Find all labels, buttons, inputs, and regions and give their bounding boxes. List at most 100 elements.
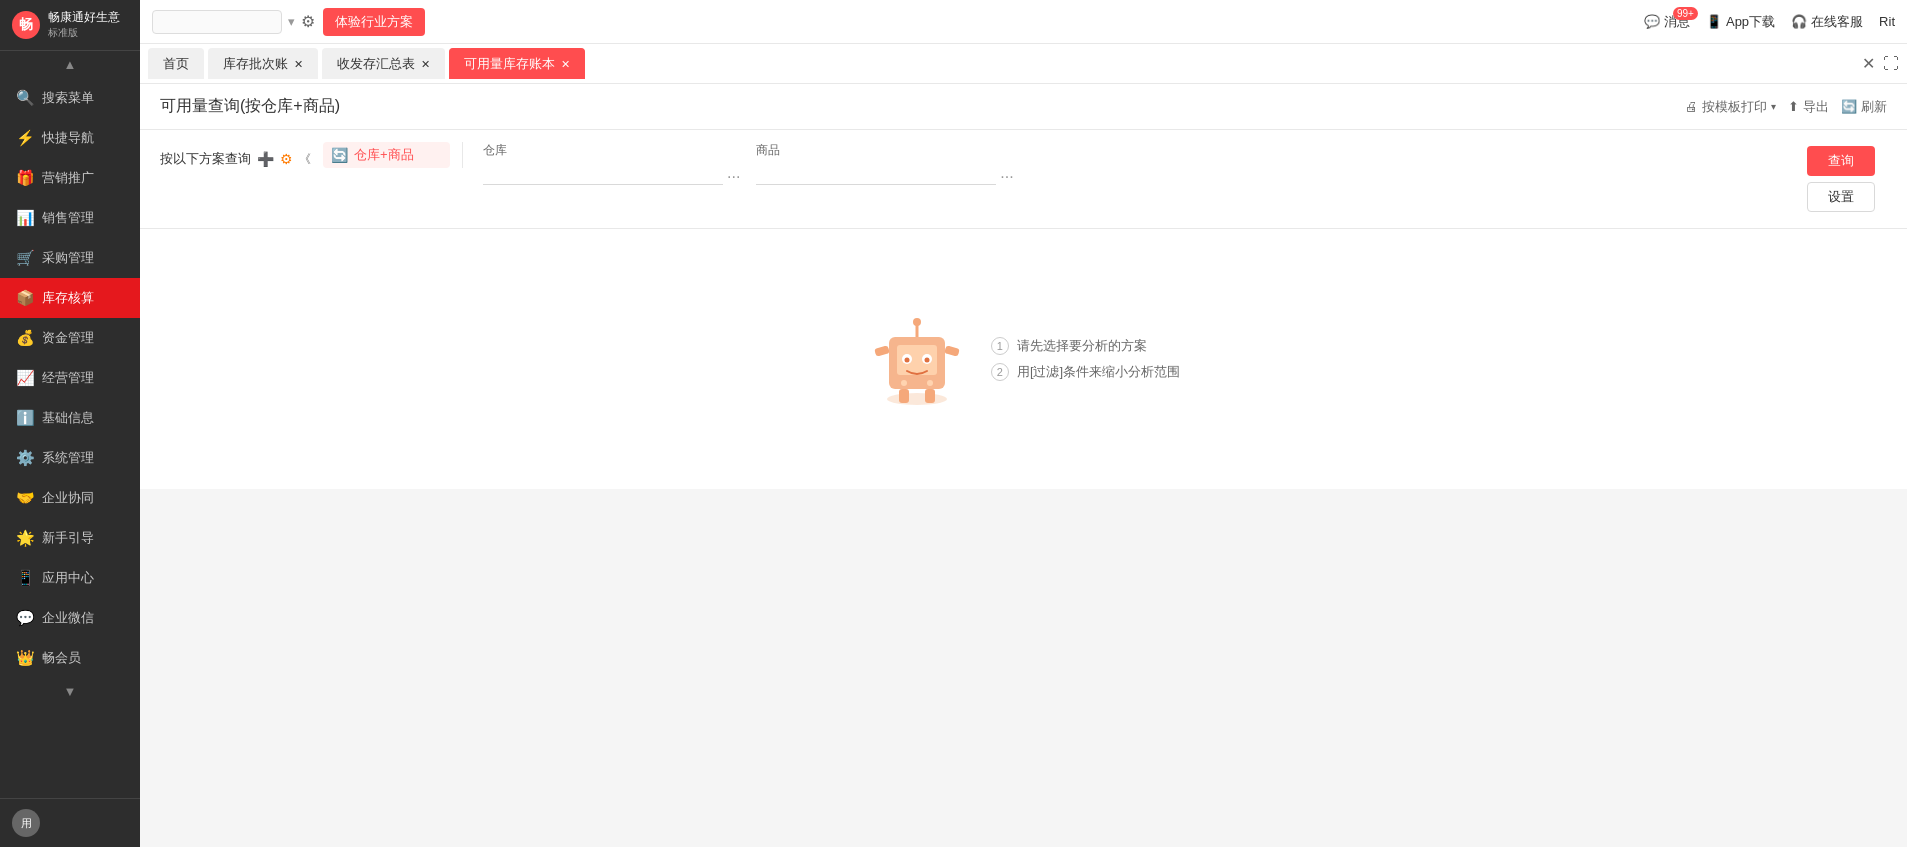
scheme-settings-icon[interactable]: ⚙	[280, 151, 293, 167]
sidebar-item-经营管理[interactable]: 📈 经营管理	[0, 358, 140, 398]
action-buttons: 查询 设置	[1795, 142, 1887, 216]
topbar-input-area: ▾ ⚙	[152, 10, 315, 34]
svg-point-8	[913, 318, 921, 326]
sidebar-item-新手引导[interactable]: 🌟 新手引导	[0, 518, 140, 558]
print-icon: 🖨	[1685, 99, 1698, 114]
message-btn[interactable]: 💬 消息 99+	[1644, 13, 1690, 31]
query-area: 按以下方案查询 ➕ ⚙ 《 🔄 仓库+商品 仓库	[140, 130, 1907, 229]
tab-可用量库存账本[interactable]: 可用量库存账本 ✕	[449, 48, 585, 79]
collapse-icon[interactable]: 《	[299, 151, 311, 168]
topbar-search-input[interactable]	[152, 10, 282, 34]
sidebar-label-4: 采购管理	[42, 249, 94, 267]
sidebar-item-系统管理[interactable]: ⚙️ 系统管理	[0, 438, 140, 478]
sidebar-label-5: 库存核算	[42, 289, 94, 307]
user-avatar[interactable]: 用	[12, 809, 40, 837]
trial-btn[interactable]: 体验行业方案	[323, 8, 425, 36]
svg-point-6	[924, 358, 929, 363]
sidebar-scroll-up[interactable]: ▲	[0, 51, 140, 78]
query-button[interactable]: 查询	[1807, 146, 1875, 176]
filter-fields: 仓库 ... 商品 ...	[463, 142, 1795, 185]
message-badge: 99+	[1673, 7, 1698, 20]
empty-content: 1 请先选择要分析的方案 2 用[过滤]条件来缩小分析范围	[867, 309, 1180, 409]
scheme-item-warehouse-goods[interactable]: 🔄 仓库+商品	[323, 142, 450, 168]
maximize-btn[interactable]: ⛶	[1883, 55, 1899, 73]
goods-more-btn[interactable]: ...	[1000, 164, 1013, 182]
sidebar-label-12: 应用中心	[42, 569, 94, 587]
tab-收发存汇总表[interactable]: 收发存汇总表 ✕	[322, 48, 445, 79]
topbar-gear-icon[interactable]: ⚙	[301, 12, 315, 31]
page-title: 可用量查询(按仓库+商品)	[160, 96, 340, 117]
sidebar-items: 🔍 搜索菜单 ⚡ 快捷导航 🎁 营销推广 📊 销售管理 🛒 采购管理 📦 库存核…	[0, 78, 140, 678]
tabbar: 首页 库存批次账 ✕ 收发存汇总表 ✕ 可用量库存账本 ✕ ✕ ⛶	[140, 44, 1907, 84]
tab-label-3: 可用量库存账本	[464, 55, 555, 73]
hint-num-1: 1	[991, 337, 1009, 355]
sidebar-scroll-down[interactable]: ▼	[0, 678, 140, 705]
hint-num-2: 2	[991, 363, 1009, 381]
sidebar-item-快捷导航[interactable]: ⚡ 快捷导航	[0, 118, 140, 158]
page-content: 可用量查询(按仓库+商品) 🖨 按模板打印 ▾ ⬆ 导出 🔄 刷新	[140, 84, 1907, 847]
sidebar-item-库存核算[interactable]: 📦 库存核算	[0, 278, 140, 318]
goods-input[interactable]	[756, 161, 996, 185]
add-scheme-icon[interactable]: ➕	[257, 151, 274, 167]
svg-point-5	[904, 358, 909, 363]
sidebar-label-6: 资金管理	[42, 329, 94, 347]
online-service-btn[interactable]: 🎧 在线客服	[1791, 13, 1863, 31]
sidebar-item-采购管理[interactable]: 🛒 采购管理	[0, 238, 140, 278]
sidebar-icon-9: ⚙️	[16, 449, 34, 467]
refresh-action[interactable]: 🔄 刷新	[1841, 98, 1887, 116]
sidebar-item-搜索菜单[interactable]: 🔍 搜索菜单	[0, 78, 140, 118]
sidebar-label-11: 新手引导	[42, 529, 94, 547]
tab-label-2: 收发存汇总表	[337, 55, 415, 73]
export-action[interactable]: ⬆ 导出	[1788, 98, 1829, 116]
svg-rect-11	[874, 345, 890, 356]
sidebar-item-销售管理[interactable]: 📊 销售管理	[0, 198, 140, 238]
goods-input-row: ...	[756, 161, 1013, 185]
page-header: 可用量查询(按仓库+商品) 🖨 按模板打印 ▾ ⬆ 导出 🔄 刷新	[140, 84, 1907, 130]
sidebar-title-area: 畅康通好生意 标准版	[48, 10, 120, 40]
warehouse-input[interactable]	[483, 161, 723, 185]
app-download-btn[interactable]: 📱 App下载	[1706, 13, 1775, 31]
empty-hint-2: 2 用[过滤]条件来缩小分析范围	[991, 363, 1180, 381]
tab-首页[interactable]: 首页	[148, 48, 204, 79]
sidebar-footer: 用	[0, 798, 140, 847]
tab-label-1: 库存批次账	[223, 55, 288, 73]
tab-库存批次账[interactable]: 库存批次账 ✕	[208, 48, 318, 79]
sidebar-nav: ▲ 🔍 搜索菜单 ⚡ 快捷导航 🎁 营销推广 📊 销售管理 🛒 采购管理 📦 库…	[0, 51, 140, 798]
sidebar-item-企业微信[interactable]: 💬 企业微信	[0, 598, 140, 638]
sidebar-item-基础信息[interactable]: ℹ️ 基础信息	[0, 398, 140, 438]
tab-close-3[interactable]: ✕	[561, 58, 570, 71]
sidebar: 畅 畅康通好生意 标准版 ▲ 🔍 搜索菜单 ⚡ 快捷导航 🎁 营销推广 📊 销售…	[0, 0, 140, 847]
query-label: 按以下方案查询 ➕ ⚙ 《	[160, 142, 323, 176]
mobile-icon: 📱	[1706, 14, 1722, 29]
tab-actions: ✕ ⛶	[1862, 54, 1899, 73]
tab-close-1[interactable]: ✕	[294, 58, 303, 71]
tab-close-2[interactable]: ✕	[421, 58, 430, 71]
sidebar-item-资金管理[interactable]: 💰 资金管理	[0, 318, 140, 358]
svg-rect-9	[899, 389, 909, 403]
warehouse-more-btn[interactable]: ...	[727, 164, 740, 182]
topbar: ▾ ⚙ 体验行业方案 💬 消息 99+ 📱 App下载 🎧 在线客服 Rit	[140, 0, 1907, 44]
settings-button[interactable]: 设置	[1807, 182, 1875, 212]
empty-hint-1: 1 请先选择要分析的方案	[991, 337, 1180, 355]
sidebar-icon-8: ℹ️	[16, 409, 34, 427]
warehouse-input-row: ...	[483, 161, 740, 185]
sidebar-item-企业协同[interactable]: 🤝 企业协同	[0, 478, 140, 518]
tabs-container: 首页 库存批次账 ✕ 收发存汇总表 ✕ 可用量库存账本 ✕	[148, 48, 1860, 79]
sidebar-item-畅会员[interactable]: 👑 畅会员	[0, 638, 140, 678]
svg-point-0	[887, 393, 947, 405]
user-menu-btn[interactable]: Rit	[1879, 14, 1895, 29]
sidebar-item-应用中心[interactable]: 📱 应用中心	[0, 558, 140, 598]
export-icon: ⬆	[1788, 99, 1799, 114]
svg-rect-10	[925, 389, 935, 403]
topbar-dropdown-icon[interactable]: ▾	[288, 14, 295, 29]
sidebar-item-营销推广[interactable]: 🎁 营销推广	[0, 158, 140, 198]
close-tab-btn[interactable]: ✕	[1862, 54, 1875, 73]
sidebar-label-3: 销售管理	[42, 209, 94, 227]
print-action[interactable]: 🖨 按模板打印 ▾	[1685, 98, 1776, 116]
main-area: ▾ ⚙ 体验行业方案 💬 消息 99+ 📱 App下载 🎧 在线客服 Rit 首…	[140, 0, 1907, 847]
sidebar-icon-5: 📦	[16, 289, 34, 307]
sidebar-icon-10: 🤝	[16, 489, 34, 507]
sidebar-header: 畅 畅康通好生意 标准版	[0, 0, 140, 51]
refresh-icon: 🔄	[1841, 99, 1857, 114]
sidebar-icon-6: 💰	[16, 329, 34, 347]
